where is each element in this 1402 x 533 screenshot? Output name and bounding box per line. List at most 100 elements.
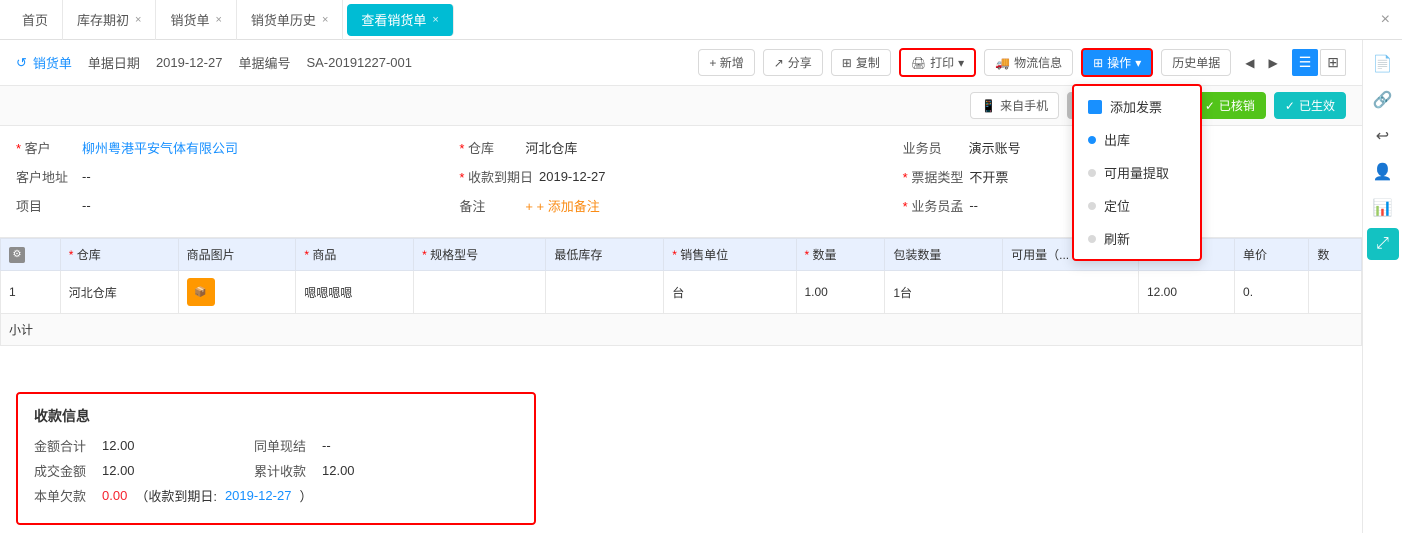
address-label: 客户地址 [16, 167, 76, 186]
sidebar-link-icon[interactable]: 🔗 [1367, 84, 1399, 116]
new-button[interactable]: + 新增 [698, 49, 754, 76]
sidebar-user-icon[interactable]: 👤 [1367, 156, 1399, 188]
add-note-icon: + [525, 199, 533, 214]
project-field: 项目 -- [16, 196, 459, 215]
cancelled-icon: ✓ [1205, 99, 1215, 113]
note-label: 备注 [459, 196, 519, 215]
prev-button[interactable]: ◀ [1239, 52, 1260, 74]
refresh-dot-icon [1088, 235, 1096, 243]
customer-label: 客户 [16, 138, 76, 157]
add-note-button[interactable]: + + 添加备注 [525, 196, 599, 215]
tab-home[interactable]: 首页 [8, 0, 63, 40]
operation-dropdown-icon: ▾ [1135, 56, 1141, 70]
add-invoice-icon [1088, 100, 1102, 114]
tab-sales-order[interactable]: 销货单 × [156, 0, 236, 40]
cumulative-item: 累计收款 12.00 [254, 461, 434, 480]
copy-button[interactable]: ⊞ 复制 [831, 49, 891, 76]
outbound-dot-icon [1088, 136, 1096, 144]
transaction-value: 12.00 [102, 463, 135, 478]
col-warehouse: 仓库 [60, 239, 178, 271]
row-warehouse: 河北仓库 [60, 271, 178, 314]
doc-actions: + 新增 ↗ 分享 ⊞ 复制 🖨 打印 ▾ 🚚 物流信息 [698, 48, 1346, 77]
row-index: 1 [1, 271, 61, 314]
tab-view-sales[interactable]: 查看销货单 × [347, 4, 453, 36]
doc-meta: 单据日期 2019-12-27 单据编号 SA-20191227-001 [88, 53, 412, 72]
logistics-button[interactable]: 🚚 物流信息 [984, 49, 1073, 76]
from-phone-button[interactable]: 📱 来自手机 [970, 92, 1059, 119]
dropdown-available-qty[interactable]: 可用量提取 [1074, 156, 1200, 189]
summary-row-2: 成交金额 12.00 累计收款 12.00 [34, 461, 518, 480]
print-button[interactable]: 🖨 打印 ▾ [899, 48, 976, 77]
salesman-value: -- [969, 198, 978, 213]
view-grid-button[interactable]: ⊞ [1320, 49, 1346, 76]
same-order-value: -- [322, 438, 331, 453]
nav-arrows: ◀ ▶ [1239, 52, 1283, 74]
locate-dot-icon [1088, 202, 1096, 210]
view-toggle: ☰ ⊞ [1292, 49, 1346, 76]
arrears-date: 2019-12-27 [225, 488, 292, 503]
window-close-button[interactable]: × [1381, 11, 1390, 29]
settings-icon[interactable]: ⚙ [9, 247, 25, 263]
tab-close-inventory[interactable]: × [135, 14, 141, 26]
sidebar-expand-icon[interactable]: ⤢ [1367, 228, 1399, 260]
dropdown-add-invoice[interactable]: 添加发票 [1074, 90, 1200, 123]
col-product-img: 商品图片 [178, 239, 296, 271]
sidebar-chart-icon[interactable]: 📊 [1367, 192, 1399, 224]
phone-icon: 📱 [981, 99, 996, 113]
view-list-button[interactable]: ☰ [1292, 49, 1319, 76]
doc-type-icon: ↺ [16, 55, 27, 71]
row-pack-qty: 1台 [885, 271, 1003, 314]
ticket-label: 票据类型 [903, 167, 964, 186]
project-label: 项目 [16, 196, 76, 215]
effective-button[interactable]: ✓ 已生效 [1274, 92, 1346, 119]
row-sales-unit: 台 [664, 271, 796, 314]
available-qty-dot-icon [1088, 169, 1096, 177]
sidebar-return-icon[interactable]: ↩ [1367, 120, 1399, 152]
summary-area: 收款信息 金额合计 12.00 同单现结 -- 成交金额 12.00 累计收款 [16, 392, 536, 525]
history-records-button[interactable]: 历史单据 [1161, 49, 1231, 76]
operation-dropdown: 添加发票 出库 可用量提取 定位 刷新 [1072, 84, 1202, 261]
address-value: -- [82, 169, 91, 184]
dropdown-refresh[interactable]: 刷新 [1074, 222, 1200, 255]
dropdown-locate[interactable]: 定位 [1074, 189, 1200, 222]
arrears-item: 本单欠款 0.00 （收款到期日: 2019-12-27 ） [34, 486, 434, 505]
col-product: 商品 [296, 239, 414, 271]
operation-icon: ⊞ [1093, 56, 1103, 70]
doc-type-label: ↺ 销货单 [16, 53, 72, 72]
arrears-note: （收款到期日: [135, 486, 217, 505]
sidebar-doc-icon[interactable]: 📄 [1367, 48, 1399, 80]
total-amount-label: 金额合计 [34, 436, 94, 455]
tab-bar: 首页 库存期初 × 销货单 × 销货单历史 × 查看销货单 × × [0, 0, 1402, 40]
tab-close-sales[interactable]: × [215, 14, 221, 26]
note-field: 备注 + + 添加备注 [459, 196, 902, 215]
doc-number-label: 单据编号 [238, 53, 290, 72]
row-spec [414, 271, 546, 314]
due-date-value: 2019-12-27 [539, 169, 606, 184]
tab-close-view[interactable]: × [432, 14, 438, 26]
total-amount-item: 金额合计 12.00 [34, 436, 214, 455]
document-header: ↺ 销货单 单据日期 2019-12-27 单据编号 SA-20191227-0… [0, 40, 1362, 86]
next-button[interactable]: ▶ [1262, 52, 1283, 74]
tab-inventory-init[interactable]: 库存期初 × [63, 0, 156, 40]
arrears-label: 本单欠款 [34, 486, 94, 505]
warehouse-value: 河北仓库 [525, 138, 577, 157]
cancelled-button[interactable]: ✓ 已核销 [1194, 92, 1266, 119]
staff-label: 业务员 [903, 138, 963, 157]
row-available [1003, 271, 1139, 314]
row-amount [1309, 271, 1362, 314]
summary-row-3: 本单欠款 0.00 （收款到期日: 2019-12-27 ） [34, 486, 518, 505]
row-current-stock: 12.00 [1139, 271, 1235, 314]
tab-close-history[interactable]: × [322, 14, 328, 26]
dropdown-outbound[interactable]: 出库 [1074, 123, 1200, 156]
tab-sales-history[interactable]: 销货单历史 × [237, 0, 343, 40]
transaction-item: 成交金额 12.00 [34, 461, 214, 480]
staff-value: 演示账号 [969, 138, 1021, 157]
operation-button[interactable]: ⊞ 操作 ▾ [1081, 48, 1153, 77]
share-button[interactable]: ↗ 分享 [763, 49, 823, 76]
print-dropdown-icon: ▾ [958, 56, 964, 70]
customer-value[interactable]: 柳州粤港平安气体有限公司 [82, 138, 238, 157]
col-quantity: 数量 [796, 239, 885, 271]
customer-field: 客户 柳州粤港平安气体有限公司 [16, 138, 459, 157]
cumulative-value: 12.00 [322, 463, 355, 478]
doc-date-label: 单据日期 [88, 53, 140, 72]
